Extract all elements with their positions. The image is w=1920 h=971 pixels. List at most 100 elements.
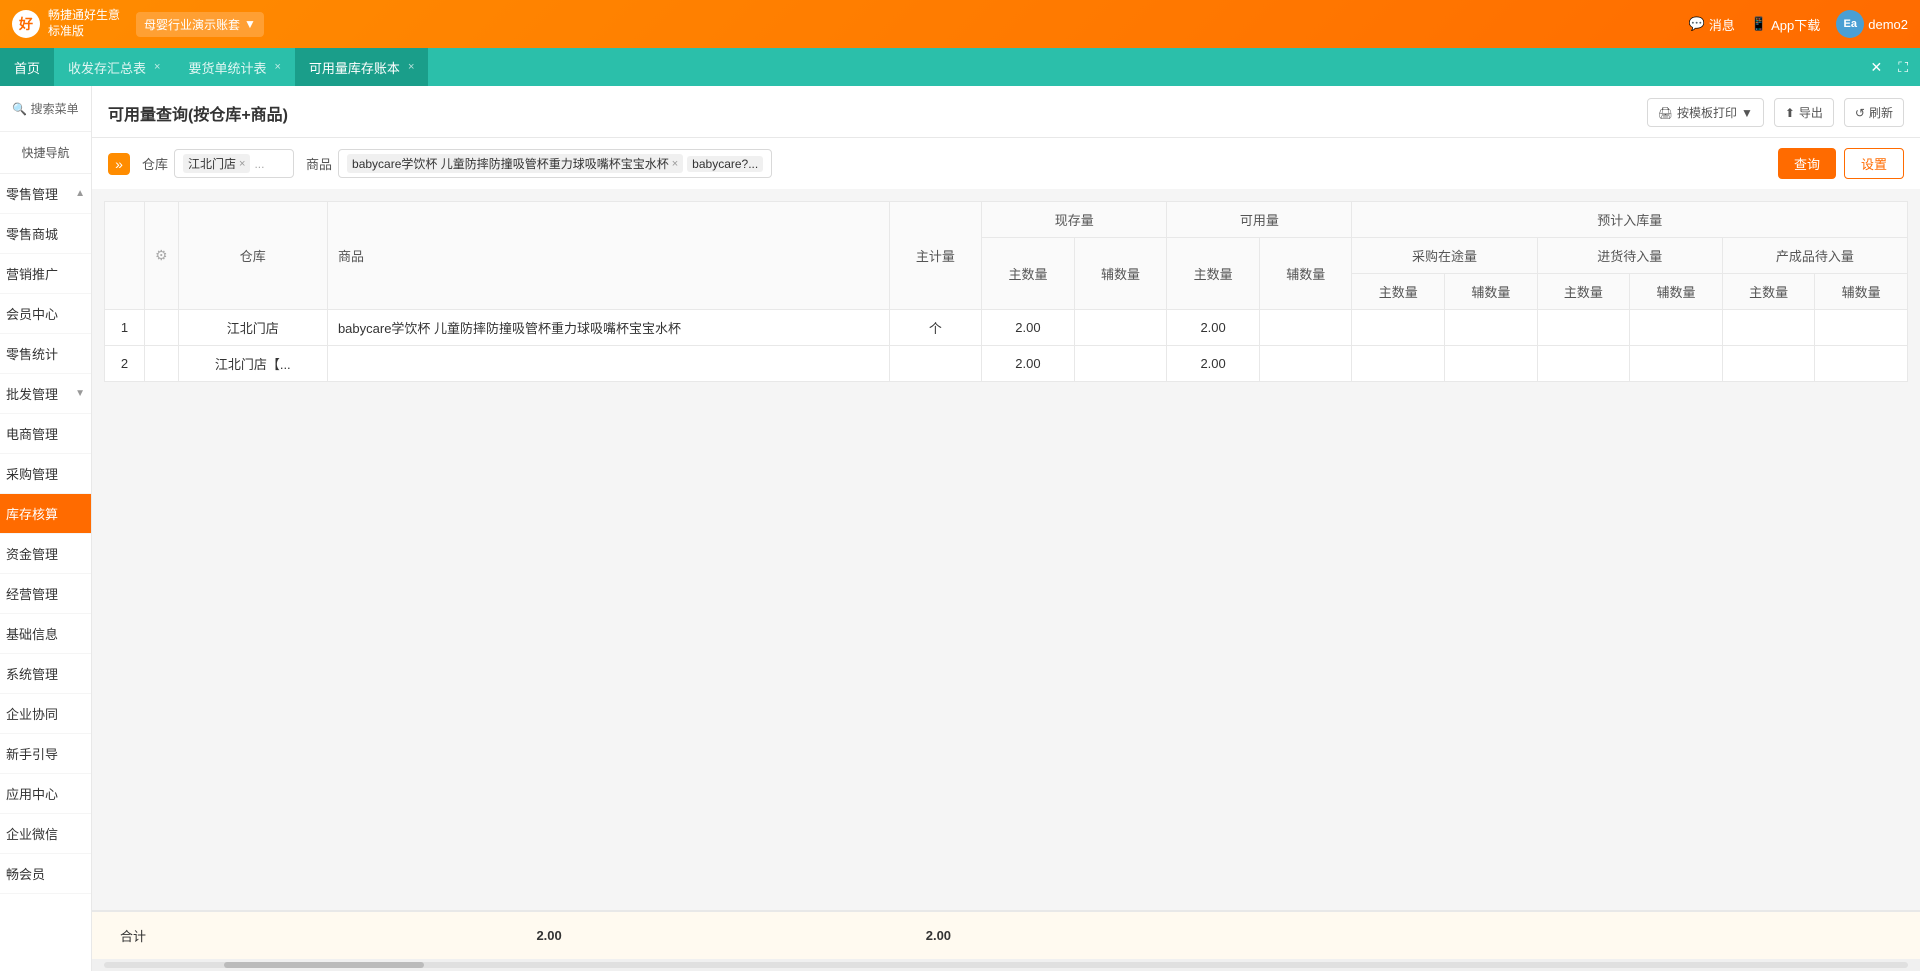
query-button[interactable]: 查询 bbox=[1778, 148, 1836, 179]
scroll-track[interactable] bbox=[104, 962, 1908, 968]
th-inbound-main: 主数量 bbox=[1537, 274, 1630, 310]
message-icon: 💬 bbox=[1689, 16, 1705, 32]
warehouse-tag-close[interactable]: × bbox=[239, 158, 245, 170]
total-inbound-aux bbox=[1550, 920, 1669, 951]
cell-production-aux bbox=[1815, 346, 1908, 382]
total-purchase-aux bbox=[1312, 920, 1431, 951]
th-planned-group: 预计入库量 bbox=[1352, 202, 1908, 238]
sidebar-item-ecommerce[interactable]: 电商管理 bbox=[0, 414, 91, 454]
sidebar-item-member2[interactable]: 畅会员 bbox=[0, 854, 91, 894]
print-button[interactable]: 🖨 按模板打印 ▼ bbox=[1647, 98, 1764, 127]
industry-selector[interactable]: 母婴行业演示账套 ▼ bbox=[136, 12, 264, 37]
sidebar-item-retail-mall[interactable]: 零售商城 bbox=[0, 214, 91, 254]
cell-settings bbox=[145, 346, 179, 382]
cell-avail-aux bbox=[1259, 346, 1352, 382]
cell-production-main bbox=[1722, 346, 1815, 382]
cell-purchase-main bbox=[1352, 346, 1445, 382]
sidebar-item-marketing[interactable]: 营销推广 bbox=[0, 254, 91, 294]
product-input[interactable]: babycare学饮杯 儿童防摔防撞吸管杯重力球吸嘴杯宝宝水杯 × babyca… bbox=[338, 149, 772, 178]
chevron-down-icon: ▼ bbox=[75, 388, 85, 399]
chevron-down-icon: ▼ bbox=[244, 17, 256, 31]
product-tag-1-close[interactable]: × bbox=[672, 158, 678, 170]
th-avail-main: 主数量 bbox=[1167, 238, 1260, 310]
cell-stock-main: 2.00 bbox=[982, 346, 1075, 382]
sidebar-item-inventory-check[interactable]: 库存核算 bbox=[0, 494, 91, 534]
scroll-thumb[interactable] bbox=[224, 962, 424, 968]
print-icon: 🖨 bbox=[1658, 106, 1673, 120]
refresh-icon: ↺ bbox=[1855, 106, 1865, 120]
cell-product: babycare学饮杯 儿童防摔防撞吸管杯重力球吸嘴杯宝宝水杯 bbox=[327, 310, 889, 346]
th-stock-main: 主数量 bbox=[982, 238, 1075, 310]
expand-icon[interactable]: ⛶ bbox=[1894, 55, 1912, 80]
cell-inbound-aux bbox=[1630, 310, 1723, 346]
th-inbound-group: 进货待入量 bbox=[1537, 238, 1722, 274]
th-index bbox=[105, 202, 145, 310]
settings-button[interactable]: 设置 bbox=[1844, 148, 1904, 179]
sidebar-item-finance[interactable]: 资金管理 bbox=[0, 534, 91, 574]
table-footer: 合计 2.00 2.00 bbox=[92, 910, 1920, 959]
tab-close-receive[interactable]: × bbox=[154, 61, 160, 73]
logo-text: 畅捷通好生意 标准版 bbox=[48, 8, 120, 39]
download-icon: 📱 bbox=[1751, 16, 1767, 32]
content-area: 可用量查询(按仓库+商品) 🖨 按模板打印 ▼ ⬆ 导出 ↺ 刷新 bbox=[92, 86, 1920, 971]
cell-index: 2 bbox=[105, 346, 145, 382]
warehouse-more-icon[interactable]: ... bbox=[254, 157, 264, 171]
sidebar-item-app-center[interactable]: 应用中心 bbox=[0, 774, 91, 814]
cell-avail-aux bbox=[1259, 310, 1352, 346]
close-window-icon[interactable]: ✕ bbox=[1866, 55, 1886, 80]
th-stock-aux: 辅数量 bbox=[1074, 238, 1167, 310]
sidebar-item-retail-stats[interactable]: 零售统计 bbox=[0, 334, 91, 374]
sidebar-item-member[interactable]: 会员中心 bbox=[0, 294, 91, 334]
header-right: 💬 消息 📱 App下载 Ea demo2 bbox=[1689, 10, 1908, 38]
export-icon: ⬆ bbox=[1785, 106, 1795, 120]
tab-order[interactable]: 要货单统计表 × bbox=[174, 48, 294, 86]
tab-close-inventory[interactable]: × bbox=[408, 61, 414, 73]
sidebar-item-sys-mgmt[interactable]: 系统管理 bbox=[0, 654, 91, 694]
tab-inventory[interactable]: 可用量库存账本 × bbox=[295, 48, 428, 86]
sidebar-item-retail-mgmt[interactable]: 零售管理 ▲ bbox=[0, 174, 91, 214]
product-tag-1: babycare学饮杯 儿童防摔防撞吸管杯重力球吸嘴杯宝宝水杯 × bbox=[347, 154, 683, 173]
cell-purchase-aux bbox=[1445, 346, 1538, 382]
th-purchase-main: 主数量 bbox=[1352, 274, 1445, 310]
page-title: 可用量查询(按仓库+商品) bbox=[108, 101, 288, 125]
sidebar-item-basic-info[interactable]: 基础信息 bbox=[0, 614, 91, 654]
column-settings-icon[interactable]: ⚙ bbox=[155, 247, 168, 263]
sidebar-item-enterprise-wechat[interactable]: 企业微信 bbox=[0, 814, 91, 854]
total-inbound-main bbox=[1431, 920, 1550, 951]
th-product: 商品 bbox=[327, 202, 889, 310]
filter-expand-button[interactable]: » bbox=[108, 153, 130, 175]
warehouse-label: 仓库 bbox=[142, 154, 168, 173]
tab-receive[interactable]: 收发存汇总表 × bbox=[54, 48, 174, 86]
logo-icon: 好 bbox=[12, 10, 40, 38]
sidebar-item-new-guide[interactable]: 新手引导 bbox=[0, 734, 91, 774]
cell-inbound-main bbox=[1537, 310, 1630, 346]
tab-close-order[interactable]: × bbox=[274, 61, 280, 73]
page-header: 可用量查询(按仓库+商品) 🖨 按模板打印 ▼ ⬆ 导出 ↺ 刷新 bbox=[92, 86, 1920, 138]
total-stock-main: 2.00 bbox=[414, 920, 684, 951]
sidebar-item-purchase[interactable]: 采购管理 bbox=[0, 454, 91, 494]
chevron-down-icon: ▼ bbox=[1741, 106, 1753, 120]
quick-nav-item[interactable]: 快捷导航 bbox=[0, 136, 91, 169]
main-layout: 🔍 搜索菜单 快捷导航 零售管理 ▲ 零售商城 营销推广 会员中心 零售统计 批… bbox=[0, 86, 1920, 971]
table-row: 2 江北门店【... 2.00 2.00 bbox=[105, 346, 1908, 382]
sidebar: 🔍 搜索菜单 快捷导航 零售管理 ▲ 零售商城 营销推广 会员中心 零售统计 批… bbox=[0, 86, 92, 971]
message-button[interactable]: 💬 消息 bbox=[1689, 15, 1735, 34]
app-download-button[interactable]: 📱 App下载 bbox=[1751, 15, 1820, 34]
horizontal-scrollbar[interactable] bbox=[92, 959, 1920, 971]
th-stock-group: 现存量 bbox=[982, 202, 1167, 238]
th-production-main: 主数量 bbox=[1722, 274, 1815, 310]
export-button[interactable]: ⬆ 导出 bbox=[1774, 98, 1834, 127]
total-production-aux bbox=[1789, 920, 1908, 951]
sidebar-item-wholesale[interactable]: 批发管理 ▼ bbox=[0, 374, 91, 414]
refresh-button[interactable]: ↺ 刷新 bbox=[1844, 98, 1904, 127]
tab-home[interactable]: 首页 bbox=[0, 48, 54, 86]
search-menu-button[interactable]: 🔍 搜索菜单 bbox=[8, 96, 83, 121]
warehouse-input[interactable]: 江北门店 × ... bbox=[174, 149, 294, 178]
cell-index: 1 bbox=[105, 310, 145, 346]
cell-production-main bbox=[1722, 310, 1815, 346]
sidebar-item-enterprise[interactable]: 企业协同 bbox=[0, 694, 91, 734]
total-avail-main: 2.00 bbox=[803, 920, 1073, 951]
table-area: ⚙ 仓库 商品 主计量 现存量 可用量 预计入库量 主数量 辅数量 主数量 辅数… bbox=[92, 189, 1920, 910]
user-profile[interactable]: Ea demo2 bbox=[1836, 10, 1908, 38]
sidebar-item-ops[interactable]: 经营管理 bbox=[0, 574, 91, 614]
